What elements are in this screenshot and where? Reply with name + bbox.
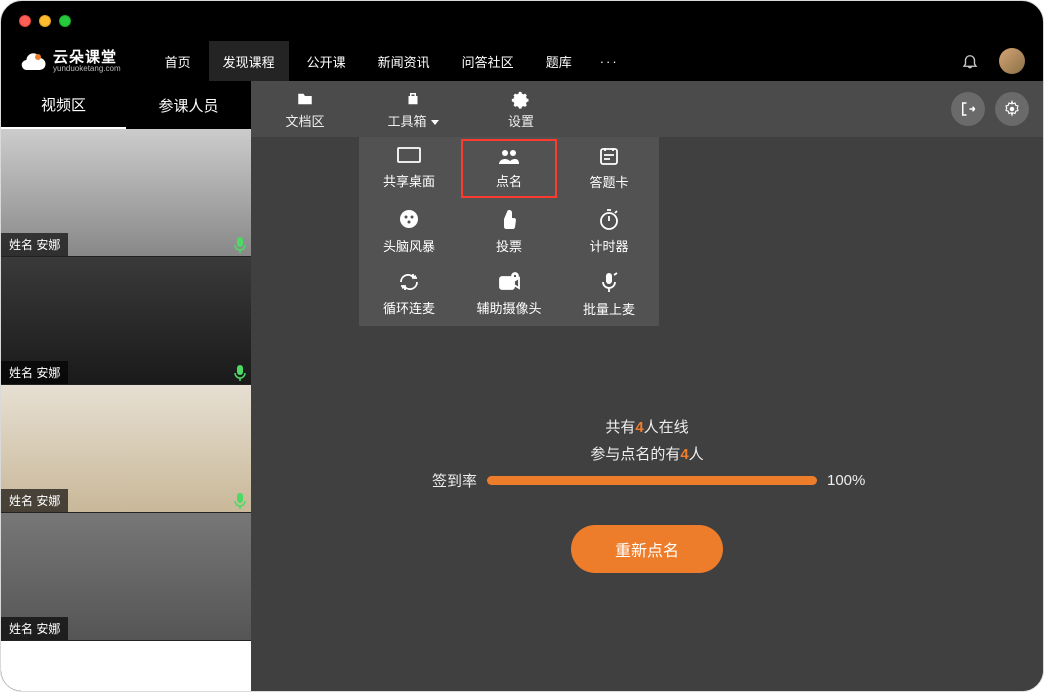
signin-rate-pct: 100% (827, 472, 877, 489)
tool-cycle-mic[interactable]: 循环连麦 (359, 263, 459, 326)
video-tile[interactable]: 姓名 安娜 (1, 257, 251, 385)
video-tile[interactable]: 姓名 安娜 (1, 513, 251, 641)
tab-toolbox[interactable]: 工具箱 (359, 81, 467, 137)
nav-news[interactable]: 新闻资讯 (364, 41, 444, 82)
brand-domain: yunduoketang.com (53, 65, 121, 73)
share-screen-icon (397, 147, 421, 168)
batch-mic-icon (600, 271, 618, 296)
content-area: 文档区 工具箱 设置 (251, 81, 1043, 691)
gear-icon (511, 89, 531, 109)
tool-answer-card[interactable]: 答题卡 (559, 137, 659, 200)
aux-camera-icon (498, 272, 520, 295)
video-sidebar: 视频区 参课人员 姓名 安娜 姓名 安娜 (1, 81, 251, 691)
brand-name: 云朵课堂 (53, 50, 121, 65)
participant-name: 姓名 安娜 (1, 361, 68, 384)
mic-on-icon[interactable] (233, 364, 247, 380)
vote-icon (499, 208, 519, 233)
tab-docs[interactable]: 文档区 (251, 81, 359, 137)
participant-name: 姓名 安娜 (1, 489, 68, 512)
cloud-icon (19, 50, 47, 72)
tool-label: 答题卡 (589, 172, 628, 191)
top-nav: 云朵课堂 yunduoketang.com 首页 发现课程 公开课 新闻资讯 问… (1, 41, 1043, 81)
exit-button[interactable] (951, 92, 985, 126)
window-controls (19, 15, 71, 27)
user-avatar[interactable] (999, 48, 1025, 74)
tab-settings[interactable]: 设置 (467, 81, 575, 137)
rollcall-stats: 共有4人在线 参与点名的有4人 签到率 100% 重新点名 (251, 416, 1043, 573)
video-tile[interactable]: 姓名 安娜 (1, 385, 251, 513)
tool-label: 批量上麦 (583, 299, 635, 318)
nav-right (961, 48, 1025, 74)
signin-rate-row: 签到率 100% (417, 470, 877, 491)
toolbox-icon (402, 89, 424, 109)
folder-icon (294, 89, 316, 109)
tool-roll-call[interactable]: 点名 (459, 137, 559, 200)
tool-brainstorm[interactable]: 头脑风暴 (359, 200, 459, 263)
caret-down-icon (431, 120, 439, 125)
mic-on-icon[interactable] (233, 492, 247, 508)
sidebar-tabs: 视频区 参课人员 (1, 81, 251, 129)
maximize-window-dot[interactable] (59, 15, 71, 27)
main-area: 视频区 参课人员 姓名 安娜 姓名 安娜 (1, 81, 1043, 691)
participant-name: 姓名 安娜 (1, 233, 68, 256)
nav-qa[interactable]: 问答社区 (448, 41, 528, 82)
bell-icon[interactable] (961, 52, 979, 70)
tool-label: 共享桌面 (383, 171, 435, 190)
toolbox-popover: 共享桌面 点名 答题卡 头脑风暴 投票 (359, 137, 659, 326)
video-tile-empty (1, 641, 251, 691)
tool-label: 投票 (496, 236, 522, 255)
nav-discover[interactable]: 发现课程 (209, 41, 289, 82)
timer-icon (599, 208, 619, 233)
tab-docs-label: 文档区 (285, 111, 324, 130)
tool-label: 计时器 (589, 236, 628, 255)
nav-home[interactable]: 首页 (151, 41, 205, 82)
brainstorm-icon (398, 208, 420, 233)
tool-share-screen[interactable]: 共享桌面 (359, 137, 459, 200)
tool-label: 辅助摄像头 (476, 298, 541, 317)
settings-gear-button[interactable] (995, 92, 1029, 126)
brand-logo[interactable]: 云朵课堂 yunduoketang.com (19, 50, 121, 73)
video-list[interactable]: 姓名 安娜 姓名 安娜 (1, 129, 251, 691)
content-toolbar: 文档区 工具箱 设置 (251, 81, 1043, 137)
tool-label: 头脑风暴 (383, 236, 435, 255)
signin-rate-label: 签到率 (417, 470, 477, 491)
online-line: 共有4人在线 (605, 416, 688, 437)
video-thumbnail (1, 641, 251, 691)
answer-card-icon (599, 146, 619, 169)
nav-items: 首页 发现课程 公开课 新闻资讯 问答社区 题库 (151, 41, 586, 82)
close-window-dot[interactable] (19, 15, 31, 27)
joined-line: 参与点名的有4人 (590, 443, 703, 464)
participant-name: 姓名 安娜 (1, 617, 68, 640)
video-tile[interactable]: 姓名 安娜 (1, 129, 251, 257)
tool-batch-mic[interactable]: 批量上麦 (559, 263, 659, 326)
tool-label: 循环连麦 (383, 298, 435, 317)
nav-bank[interactable]: 题库 (532, 41, 586, 82)
tab-toolbox-label: 工具箱 (387, 111, 438, 130)
tab-video[interactable]: 视频区 (1, 81, 126, 129)
tool-label: 点名 (496, 171, 522, 190)
nav-more[interactable]: ··· (590, 43, 629, 80)
tool-aux-camera[interactable]: 辅助摄像头 (459, 263, 559, 326)
content-toolbar-right (951, 92, 1043, 126)
tool-timer[interactable]: 计时器 (559, 200, 659, 263)
tab-attendees[interactable]: 参课人员 (126, 81, 251, 129)
tab-settings-label: 设置 (508, 111, 534, 130)
signin-rate-bar (487, 476, 817, 485)
tool-vote[interactable]: 投票 (459, 200, 559, 263)
nav-public[interactable]: 公开课 (293, 41, 360, 82)
cycle-mic-icon (398, 272, 420, 295)
app-window: 云朵课堂 yunduoketang.com 首页 发现课程 公开课 新闻资讯 问… (0, 0, 1044, 692)
restart-rollcall-button[interactable]: 重新点名 (571, 525, 723, 573)
mic-on-icon[interactable] (233, 236, 247, 252)
minimize-window-dot[interactable] (39, 15, 51, 27)
roll-call-icon (497, 147, 521, 168)
